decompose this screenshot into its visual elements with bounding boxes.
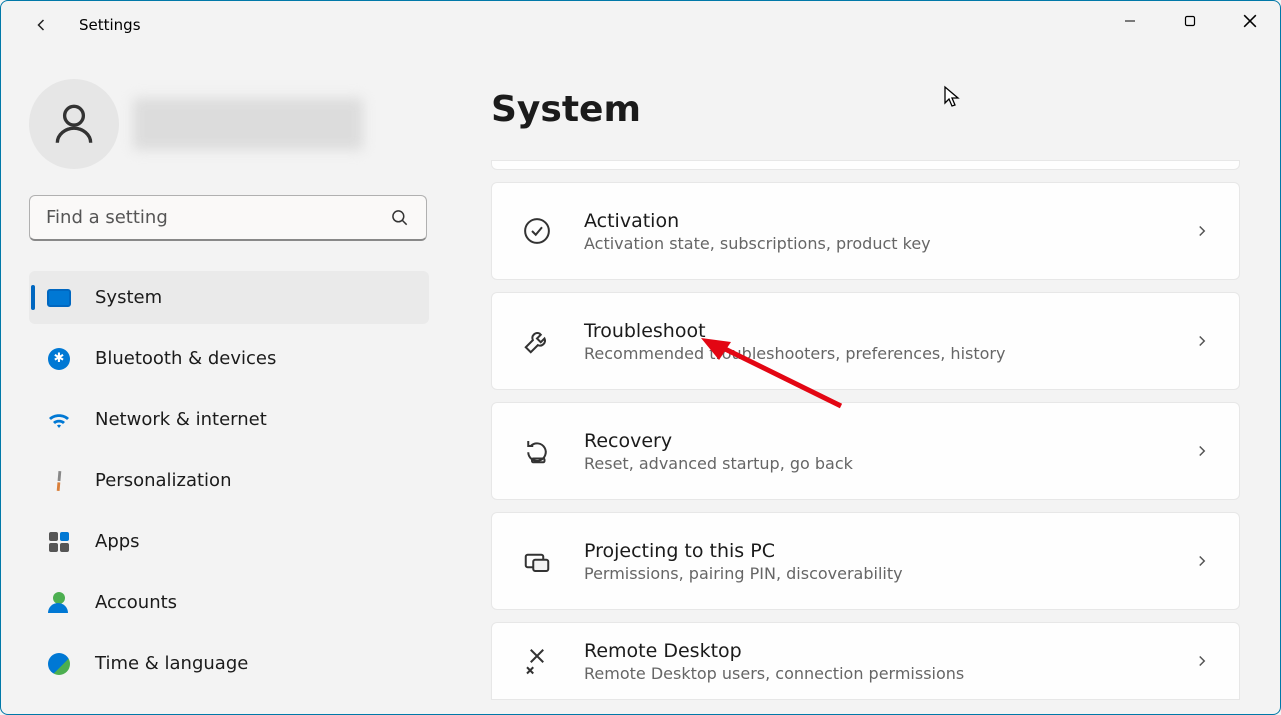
avatar [29,79,119,169]
settings-row-recovery[interactable]: Recovery Reset, advanced startup, go bac… [491,402,1240,500]
apps-icon [47,530,71,554]
sidebar-item-apps[interactable]: Apps [29,515,429,568]
wifi-icon [47,408,71,432]
titlebar: Settings [1,1,1280,49]
nav-label: Bluetooth & devices [95,348,276,369]
chevron-right-icon [1193,442,1211,460]
account-name-redacted [133,98,363,150]
search-field[interactable] [29,195,427,241]
sidebar: System ✱ Bluetooth & devices Network & i… [1,49,431,714]
settings-row-activation[interactable]: Activation Activation state, subscriptio… [491,182,1240,280]
nav-label: Accounts [95,592,177,613]
bluetooth-icon: ✱ [47,347,71,371]
chevron-right-icon [1193,332,1211,350]
search-input[interactable] [46,207,390,228]
settings-row-partial[interactable] [491,160,1240,170]
maximize-button[interactable] [1160,1,1220,41]
account-header[interactable] [29,79,431,169]
row-title: Remote Desktop [584,640,1193,662]
row-title: Recovery [584,430,1193,452]
row-desc: Permissions, pairing PIN, discoverabilit… [584,564,1193,583]
brush-icon [42,464,76,498]
checkmark-icon [520,214,554,248]
row-title: Projecting to this PC [584,540,1193,562]
chevron-right-icon [1193,652,1211,670]
sidebar-item-time-language[interactable]: Time & language [29,637,429,690]
recovery-icon [520,434,554,468]
settings-row-troubleshoot[interactable]: Troubleshoot Recommended troubleshooters… [491,292,1240,390]
nav-label: Time & language [95,653,248,674]
nav-label: System [95,287,162,308]
wrench-icon [520,324,554,358]
accounts-icon [47,591,71,615]
remote-icon [520,644,554,678]
settings-list: Activation Activation state, subscriptio… [491,160,1240,700]
chevron-right-icon [1193,222,1211,240]
sidebar-item-personalization[interactable]: Personalization [29,454,429,507]
page-title: System [491,89,1240,130]
nav-label: Apps [95,531,140,552]
settings-row-projecting[interactable]: Projecting to this PC Permissions, pairi… [491,512,1240,610]
close-button[interactable] [1220,1,1280,41]
sidebar-item-system[interactable]: System [29,271,429,324]
globe-icon [47,652,71,676]
row-desc: Activation state, subscriptions, product… [584,234,1193,253]
window-controls [1100,1,1280,41]
row-title: Activation [584,210,1193,232]
main-content: System Activation Activation state, subs… [431,49,1280,714]
sidebar-item-accounts[interactable]: Accounts [29,576,429,629]
search-icon [390,208,410,228]
chevron-right-icon [1193,552,1211,570]
sidebar-item-bluetooth[interactable]: ✱ Bluetooth & devices [29,332,429,385]
settings-row-remote[interactable]: Remote Desktop Remote Desktop users, con… [491,622,1240,700]
system-icon [47,286,71,310]
row-desc: Reset, advanced startup, go back [584,454,1193,473]
sidebar-item-network[interactable]: Network & internet [29,393,429,446]
minimize-button[interactable] [1100,1,1160,41]
nav-list: System ✱ Bluetooth & devices Network & i… [29,271,431,690]
app-title: Settings [79,16,141,34]
nav-label: Personalization [95,470,231,491]
row-title: Troubleshoot [584,320,1193,342]
nav-label: Network & internet [95,409,267,430]
row-desc: Remote Desktop users, connection permiss… [584,664,1193,683]
projecting-icon [520,544,554,578]
back-button[interactable] [21,5,61,45]
row-desc: Recommended troubleshooters, preferences… [584,344,1193,363]
